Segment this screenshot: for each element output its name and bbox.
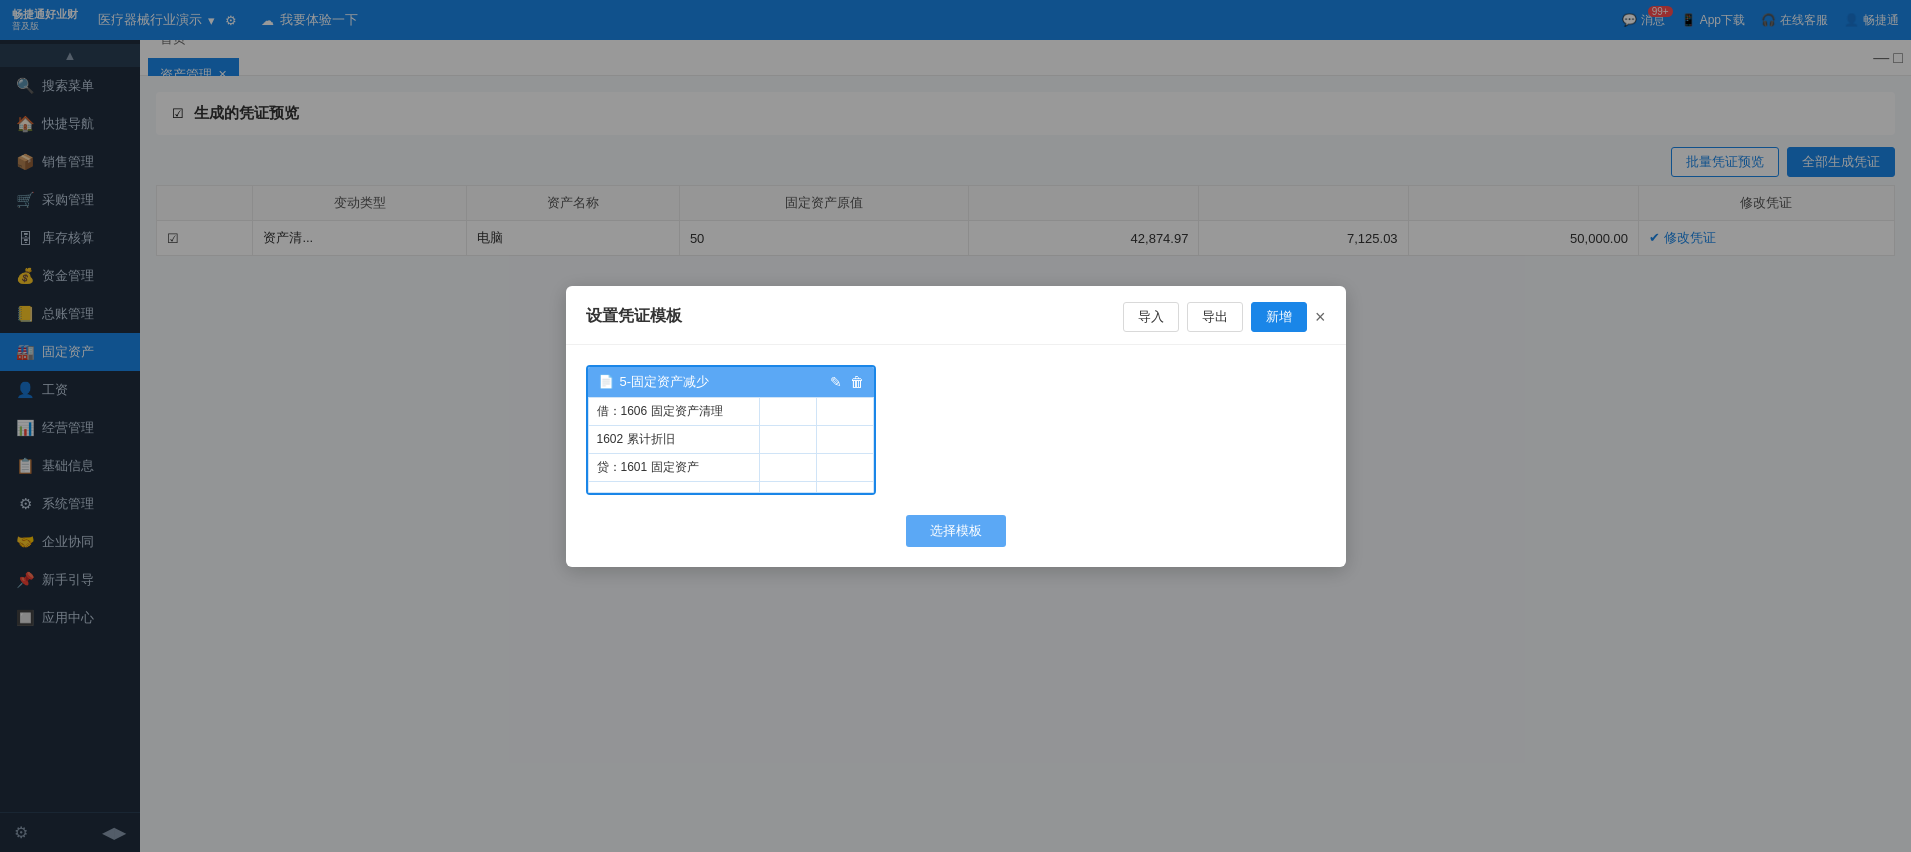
template-cell-label: 借：1606 固定资产清理: [588, 397, 759, 425]
new-btn[interactable]: 新增: [1251, 302, 1307, 332]
template-row: 贷：1601 固定资产: [588, 453, 873, 481]
modal-body: 📄 5-固定资产减少 ✎ 🗑 借：1606 固定资产清理 1602 累计折旧贷：…: [566, 345, 1346, 567]
modal-close-btn[interactable]: ×: [1315, 308, 1326, 326]
template-card-header-left: 📄 5-固定资产减少: [598, 373, 710, 391]
template-cell-label: 1602 累计折旧: [588, 425, 759, 453]
select-template-btn[interactable]: 选择模板: [906, 515, 1006, 547]
export-btn[interactable]: 导出: [1187, 302, 1243, 332]
template-delete-icon[interactable]: 🗑: [850, 374, 864, 390]
template-table: 借：1606 固定资产清理 1602 累计折旧贷：1601 固定资产: [588, 397, 874, 493]
template-row: 借：1606 固定资产清理: [588, 397, 873, 425]
template-cell-3: [816, 397, 873, 425]
modal-dialog: 设置凭证模板 导入 导出 新增 × 📄 5-固定资产减少 ✎ 🗑: [566, 286, 1346, 567]
template-cell-3: [816, 453, 873, 481]
template-edit-icon[interactable]: ✎: [830, 374, 842, 390]
template-card: 📄 5-固定资产减少 ✎ 🗑 借：1606 固定资产清理 1602 累计折旧贷：…: [586, 365, 876, 495]
template-card-header: 📄 5-固定资产减少 ✎ 🗑: [588, 367, 874, 397]
template-doc-icon: 📄: [598, 374, 614, 389]
template-row: [588, 481, 873, 492]
template-cell-2: [759, 397, 816, 425]
template-card-header-icons: ✎ 🗑: [830, 374, 864, 390]
template-cell-2: [759, 453, 816, 481]
template-row: 1602 累计折旧: [588, 425, 873, 453]
modal-title: 设置凭证模板: [586, 306, 682, 327]
template-cell-2: [759, 425, 816, 453]
modal-header: 设置凭证模板 导入 导出 新增 ×: [566, 286, 1346, 345]
import-btn[interactable]: 导入: [1123, 302, 1179, 332]
template-cell-label: 贷：1601 固定资产: [588, 453, 759, 481]
modal-overlay: 设置凭证模板 导入 导出 新增 × 📄 5-固定资产减少 ✎ 🗑: [0, 0, 1911, 852]
template-cell-label: [588, 481, 759, 492]
template-cell-3: [816, 425, 873, 453]
template-name: 5-固定资产减少: [620, 373, 710, 391]
modal-header-actions: 导入 导出 新增 ×: [1123, 302, 1326, 332]
template-cell-2: [759, 481, 816, 492]
template-cell-3: [816, 481, 873, 492]
